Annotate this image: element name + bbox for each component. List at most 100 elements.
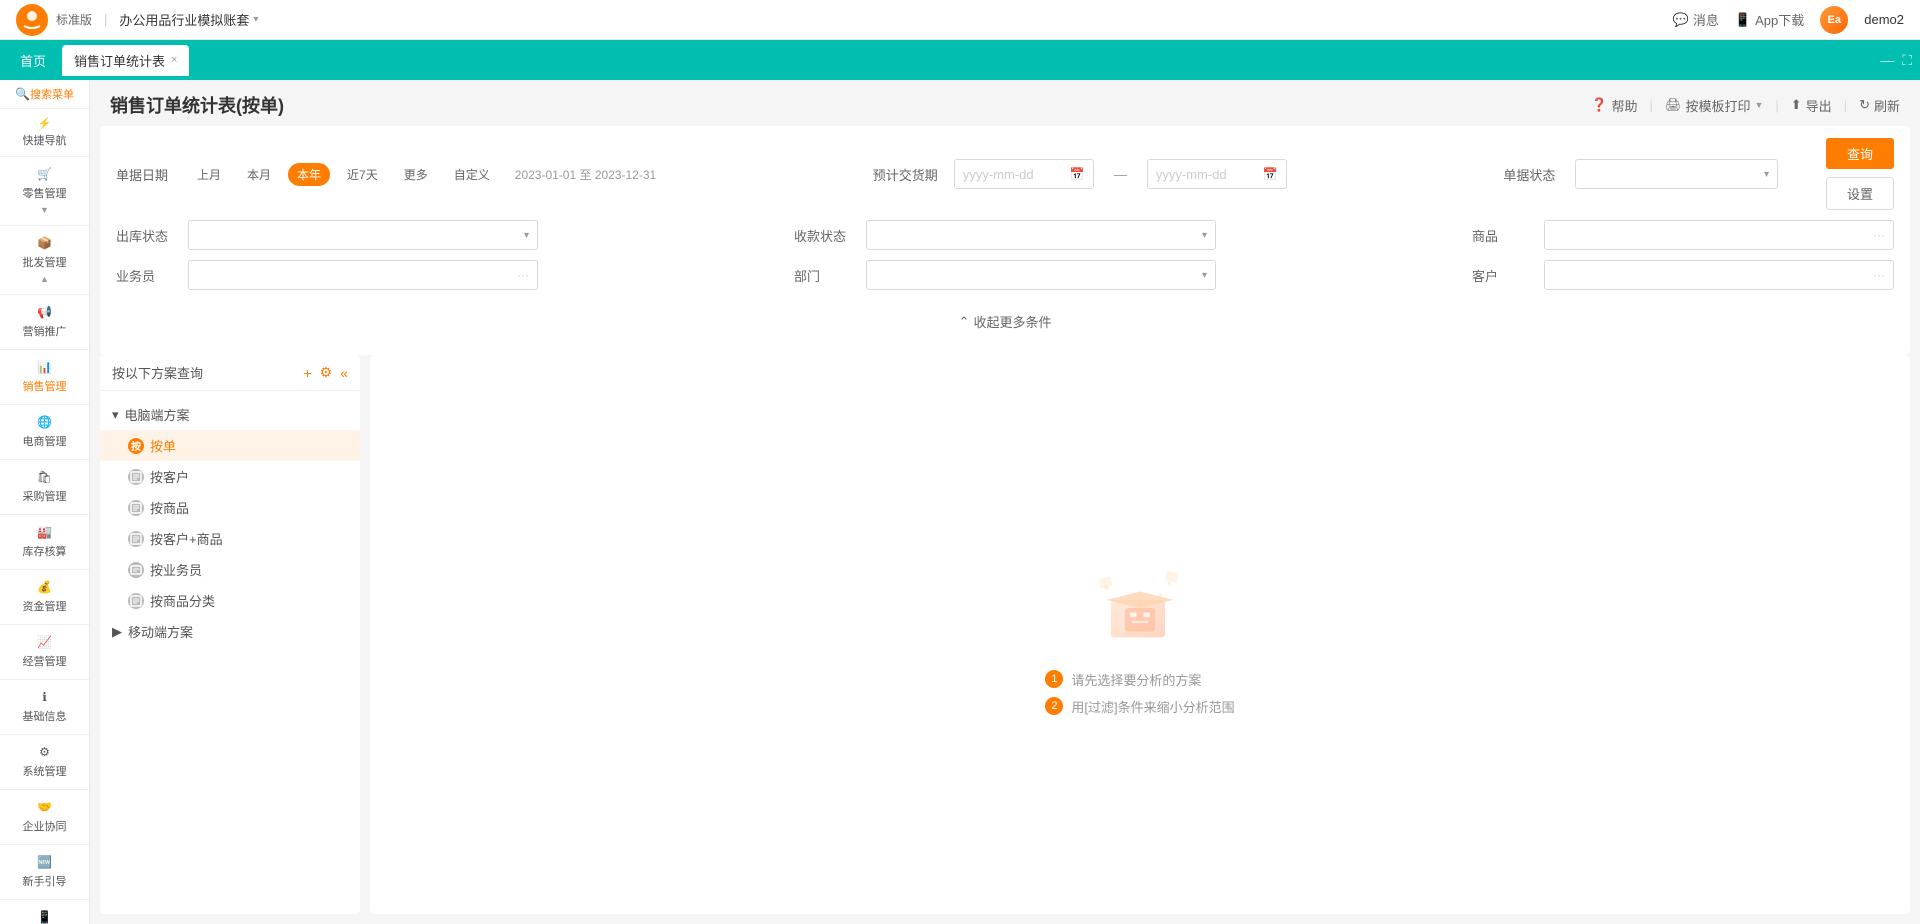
tree-group-desktop-header[interactable]: ▾ 电脑端方案 xyxy=(100,399,360,430)
settings-button[interactable]: 设置 xyxy=(1826,177,1894,210)
sidebar-item-basic[interactable]: ℹ 基础信息 xyxy=(0,680,89,735)
date-btn-this-month[interactable]: 本月 xyxy=(238,163,280,186)
date-label: 单据日期 xyxy=(116,165,172,184)
query-button[interactable]: 查询 xyxy=(1826,138,1894,169)
expected-delivery-start[interactable]: yyyy-mm-dd 📅 xyxy=(954,159,1094,189)
finance-label: 资金管理 xyxy=(23,598,67,614)
tree-group-desktop: ▾ 电脑端方案 按 按单 按客户 xyxy=(100,399,360,616)
tree-item-by-category[interactable]: 按商品分类 xyxy=(100,585,360,616)
message-action[interactable]: 💬 消息 xyxy=(1673,10,1719,29)
retail-arrow: ▼ xyxy=(40,205,49,215)
sidebar-item-appcenter[interactable]: 📱 应用中心 xyxy=(0,900,89,924)
avatar-text: Ea xyxy=(1828,14,1841,26)
tab-home[interactable]: 首页 xyxy=(8,45,58,76)
goods-field[interactable]: ··· xyxy=(1544,220,1894,250)
app-download-action[interactable]: 📱 App下载 xyxy=(1735,10,1804,29)
print-button[interactable]: 🖨 按模板打印 ▼ xyxy=(1665,96,1763,115)
calendar-start-icon: 📅 xyxy=(1070,167,1085,181)
workspace-selector[interactable]: 办公用品行业模拟账套 ▾ xyxy=(119,10,258,29)
sidebar-item-operations[interactable]: 📈 经营管理 xyxy=(0,625,89,680)
basic-icon: ℹ xyxy=(42,690,47,704)
tip-text-2: 用[过滤]条件来缩小分析范围 xyxy=(1071,697,1234,716)
by-goods-label: 按商品 xyxy=(150,498,189,517)
tree-item-by-customer[interactable]: 按客户 xyxy=(100,461,360,492)
customer-field[interactable]: ··· xyxy=(1544,260,1894,290)
quick-nav-label: 快捷导航 xyxy=(23,132,67,148)
sidebar-item-enterprise[interactable]: 🤝 企业协同 xyxy=(0,790,89,845)
scheme-settings-button[interactable]: ⚙ xyxy=(320,364,333,381)
collapse-button[interactable]: ⌃ 收起更多条件 xyxy=(947,308,1064,335)
retail-icon: 🛒 xyxy=(37,167,52,181)
goods-more-icon: ··· xyxy=(1873,228,1885,242)
sidebar-item-marketing[interactable]: 📢 营销推广 xyxy=(0,295,89,350)
date-btn-this-year[interactable]: 本年 xyxy=(288,163,330,186)
collapse-panel-button[interactable]: « xyxy=(340,365,348,381)
date-btn-7days[interactable]: 近7天 xyxy=(338,163,387,186)
marketing-label: 营销推广 xyxy=(23,323,67,339)
purchase-label: 采购管理 xyxy=(23,488,67,504)
add-scheme-button[interactable]: + xyxy=(303,365,311,381)
tree-group-mobile-header[interactable]: ▶ 移动端方案 xyxy=(100,616,360,647)
sidebar-item-newuser[interactable]: 🆕 新手引导 xyxy=(0,845,89,900)
salesman-label: 业务员 xyxy=(116,266,172,285)
brand-logo xyxy=(16,4,48,36)
sidebar-item-wholesale[interactable]: 📦 批发管理 ▲ xyxy=(0,226,89,295)
sidebar-item-retail[interactable]: 🛒 零售管理 ▼ xyxy=(0,157,89,226)
refresh-button[interactable]: ↻ 刷新 xyxy=(1859,96,1900,115)
delivery-start-placeholder: yyyy-mm-dd xyxy=(963,167,1070,182)
operations-label: 经营管理 xyxy=(23,653,67,669)
sidebar-item-purchase[interactable]: 🛍 采购管理 xyxy=(0,460,89,515)
expected-delivery-end[interactable]: yyyy-mm-dd 📅 xyxy=(1147,159,1287,189)
window-minimize-icon[interactable]: — xyxy=(1880,52,1894,68)
export-button[interactable]: ⬆ 导出 xyxy=(1791,96,1832,115)
nav-window-icons: — ⛶ xyxy=(1880,52,1912,69)
sidebar-item-finance[interactable]: 💰 资金管理 xyxy=(0,570,89,625)
app-label: App下载 xyxy=(1755,10,1804,29)
operations-icon: 📈 xyxy=(37,635,52,649)
date-button-group: 上月 本月 本年 近7天 更多 自定义 xyxy=(188,163,499,186)
department-select[interactable]: ▾ xyxy=(866,260,1216,290)
order-status-label: 单据状态 xyxy=(1503,165,1559,184)
tree-item-by-salesman[interactable]: 按业务员 xyxy=(100,554,360,585)
sidebar-item-ecommerce[interactable]: 🌐 电商管理 xyxy=(0,405,89,460)
department-label: 部门 xyxy=(794,266,850,285)
window-maximize-icon[interactable]: ⛶ xyxy=(1902,52,1912,69)
collection-status-select[interactable]: ▾ xyxy=(866,220,1216,250)
nav-tabs: 首页 销售订单统计表 × — ⛶ xyxy=(0,40,1920,80)
export-label: 导出 xyxy=(1806,96,1832,115)
collection-status-arrow: ▾ xyxy=(1202,230,1207,241)
expected-delivery-label: 预计交货期 xyxy=(873,165,938,184)
date-btn-custom[interactable]: 自定义 xyxy=(445,163,499,186)
date-btn-more[interactable]: 更多 xyxy=(395,163,437,186)
empty-tip-2: 2 用[过滤]条件来缩小分析范围 xyxy=(1045,697,1234,716)
empty-illustration xyxy=(1090,554,1190,654)
goods-label: 商品 xyxy=(1472,226,1528,245)
tree-item-by-goods[interactable]: 按商品 xyxy=(100,492,360,523)
sidebar-item-quick-nav[interactable]: ⚡ 快捷导航 xyxy=(0,109,89,157)
sidebar-search[interactable]: 🔍 搜索菜单 xyxy=(0,80,89,109)
date-separator: — xyxy=(1110,167,1131,182)
avatar[interactable]: Ea xyxy=(1820,6,1848,34)
empty-tip-1: 1 请先选择要分析的方案 xyxy=(1045,670,1234,689)
sidebar-item-inventory[interactable]: 🏭 库存核算 xyxy=(0,515,89,570)
salesman-more-icon: ··· xyxy=(517,268,529,282)
collapse-label: 收起更多条件 xyxy=(973,312,1051,331)
order-status-select[interactable]: ▾ xyxy=(1575,159,1778,189)
delivery-status-select[interactable]: ▾ xyxy=(188,220,538,250)
tree-item-by-order[interactable]: 按 按单 xyxy=(100,430,360,461)
tree-item-by-customer-goods[interactable]: 按客户+商品 xyxy=(100,523,360,554)
help-icon: ❓ xyxy=(1591,97,1607,113)
tab-close-icon[interactable]: × xyxy=(171,54,177,66)
tab-sales-order-stat[interactable]: 销售订单统计表 × xyxy=(62,45,189,76)
help-button[interactable]: ❓ 帮助 xyxy=(1591,96,1637,115)
date-btn-last-month[interactable]: 上月 xyxy=(188,163,230,186)
refresh-label: 刷新 xyxy=(1874,96,1900,115)
brand-name: 标准版 xyxy=(56,11,92,28)
empty-state: 1 请先选择要分析的方案 2 用[过滤]条件来缩小分析范围 xyxy=(1045,554,1234,716)
sidebar-item-sales[interactable]: 📊 销售管理 xyxy=(0,350,89,405)
salesman-field[interactable]: ··· xyxy=(188,260,538,290)
retail-label: 零售管理 xyxy=(23,185,67,201)
workspace-name: 办公用品行业模拟账套 xyxy=(119,10,249,29)
print-icon: 🖨 xyxy=(1665,97,1682,113)
sidebar-item-system[interactable]: ⚙ 系统管理 xyxy=(0,735,89,790)
